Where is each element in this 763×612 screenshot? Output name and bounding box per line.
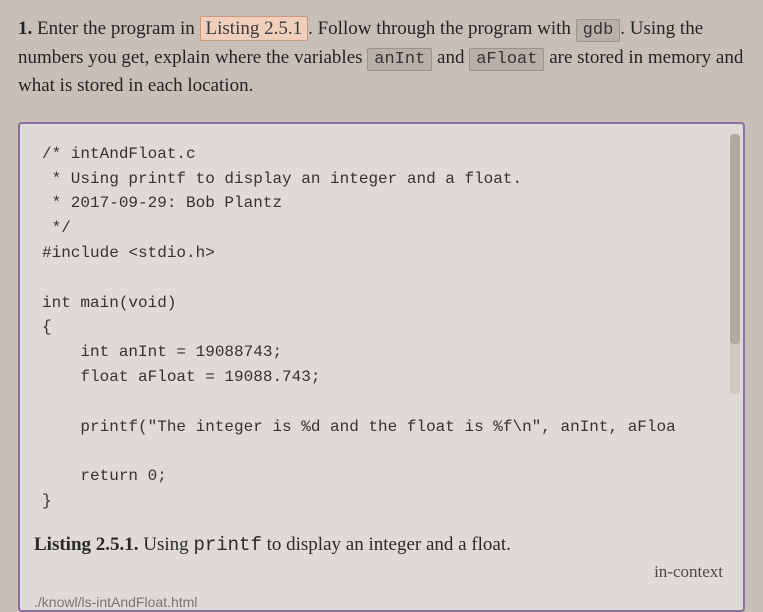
question-number: 1.	[18, 18, 32, 39]
code-line-7: int main(void)	[42, 294, 176, 312]
listing-text1: Using	[143, 534, 193, 555]
code-line-8: {	[42, 318, 52, 336]
code-line-3: * 2017-09-29: Bob Plantz	[42, 194, 282, 212]
scrollbar-vertical[interactable]	[730, 134, 740, 394]
listing-link[interactable]: Listing 2.5.1	[200, 16, 309, 41]
question-part1: Enter the program in	[37, 18, 200, 39]
question-text: 1. Enter the program in Listing 2.5.1. F…	[18, 15, 745, 100]
code-line-14: return 0;	[42, 467, 167, 485]
listing-container: /* intAndFloat.c * Using printf to displ…	[18, 122, 745, 612]
code-line-9: int anInt = 19088743;	[42, 343, 282, 361]
aFloat-code: aFloat	[469, 48, 544, 71]
footer-path: ./knowl/ls-intAndFloat.html	[20, 588, 743, 610]
anInt-code: anInt	[367, 48, 432, 71]
question-part2: . Follow through the program with	[308, 18, 576, 39]
code-line-5: #include <stdio.h>	[42, 244, 215, 262]
question-part4: and	[432, 47, 469, 68]
gdb-code: gdb	[576, 19, 621, 42]
code-line-10: float aFloat = 19088.743;	[42, 368, 320, 386]
listing-mono: printf	[193, 534, 261, 556]
listing-text2: to display an integer and a float.	[262, 534, 511, 555]
code-line-12: printf("The integer is %d and the float …	[42, 418, 676, 436]
listing-number: Listing 2.5.1.	[34, 534, 139, 555]
code-line-1: /* intAndFloat.c	[42, 145, 196, 163]
code-line-15: }	[42, 492, 52, 510]
code-line-2: * Using printf to display an integer and…	[42, 170, 522, 188]
in-context-link[interactable]: in-context	[20, 560, 743, 588]
code-block: /* intAndFloat.c * Using printf to displ…	[20, 124, 743, 526]
scrollbar-thumb[interactable]	[730, 134, 740, 344]
listing-caption: Listing 2.5.1. Using printf to display a…	[20, 526, 743, 560]
code-line-4: */	[42, 219, 71, 237]
